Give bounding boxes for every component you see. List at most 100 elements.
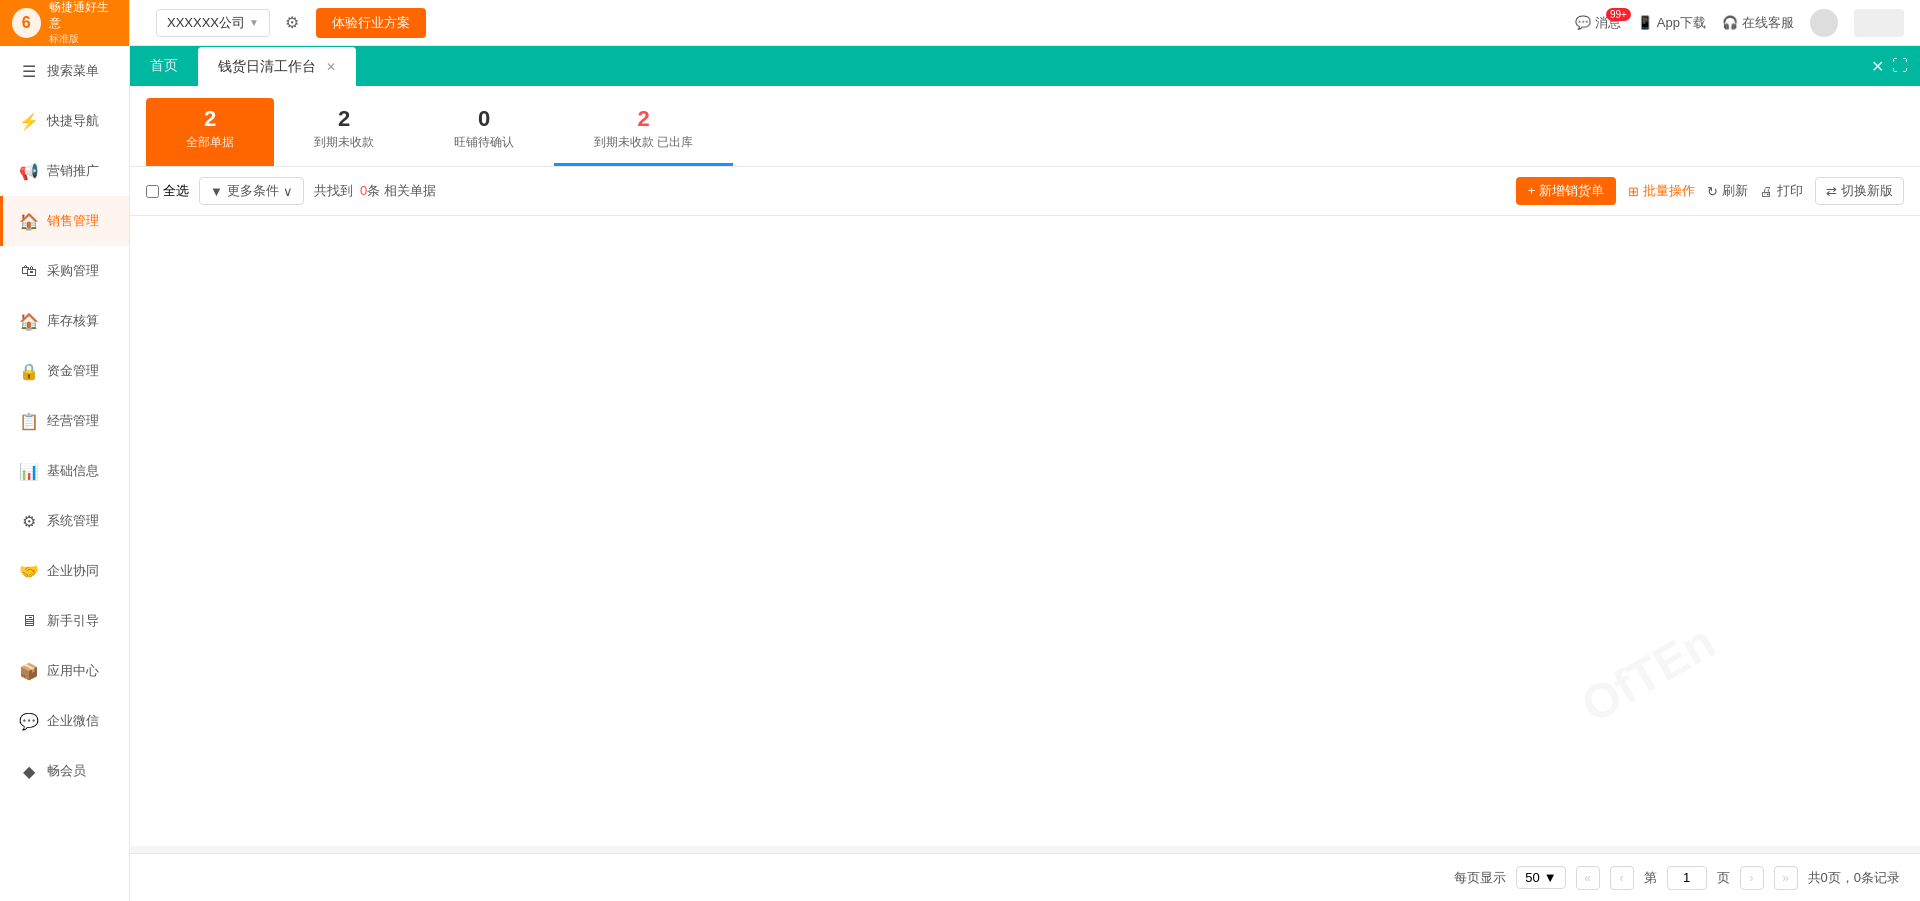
filter-label: 更多条件 — [227, 182, 279, 200]
app-edition: 标准版 — [49, 32, 117, 46]
switch-label: 切换新版 — [1841, 182, 1893, 200]
sidebar-logo: 6 畅捷通好生意 标准版 — [0, 0, 129, 46]
toolbar-left: 全选 ▼ 更多条件 ∨ 共找到 0条 相关单据 — [146, 177, 436, 205]
sidebar-item-inventory[interactable]: 🏠 库存核算 — [0, 296, 129, 346]
company-selector[interactable]: XXXXXX公司 ▼ — [156, 9, 270, 37]
user-name-area[interactable] — [1854, 9, 1904, 37]
message-button[interactable]: 💬 消息 99+ — [1575, 14, 1621, 32]
stats-tab-overdue[interactable]: 2 到期未收款 — [274, 98, 414, 166]
prev-page-button[interactable]: ‹ — [1610, 866, 1634, 890]
member-icon: ◆ — [19, 762, 39, 781]
sidebar-item-label: 基础信息 — [47, 462, 99, 480]
tab-maximize-icon[interactable]: ⛶ — [1892, 57, 1908, 75]
sidebar-item-label: 采购管理 — [47, 262, 99, 280]
message-icon: 💬 — [1575, 15, 1591, 30]
tab-bar-actions: ✕ ⛶ — [1871, 57, 1920, 76]
sidebar-item-finance[interactable]: 🔒 资金管理 — [0, 346, 129, 396]
sidebar-item-wechat[interactable]: 💬 企业微信 — [0, 696, 129, 746]
sidebar-item-system[interactable]: ⚙ 系统管理 — [0, 496, 129, 546]
count-suffix: 相关单据 — [384, 183, 436, 198]
sidebar-item-purchase[interactable]: 🛍 采购管理 — [0, 246, 129, 296]
table-area — [130, 216, 1920, 846]
sidebar-item-label: 经营管理 — [47, 412, 99, 430]
company-name: XXXXXX公司 — [167, 14, 245, 32]
refresh-button[interactable]: ↻ 刷新 — [1707, 182, 1748, 200]
main-content: 2 全部单据 2 到期未收款 0 旺铺待确认 2 到期未收款 已出库 全选 ▼ … — [130, 86, 1920, 901]
app-download-icon: 📱 — [1637, 15, 1653, 30]
switch-icon: ⇄ — [1826, 184, 1837, 199]
page-size-select[interactable]: 50 ▼ — [1516, 866, 1565, 889]
user-avatar[interactable] — [1810, 9, 1838, 37]
print-button[interactable]: 🖨 打印 — [1760, 182, 1803, 200]
filter-button[interactable]: ▼ 更多条件 ∨ — [199, 177, 304, 205]
stats-tab-shipped[interactable]: 2 到期未收款 已出库 — [554, 98, 733, 166]
app-download-button[interactable]: 📱 App下载 — [1637, 14, 1706, 32]
switch-version-button[interactable]: ⇄ 切换新版 — [1815, 177, 1904, 205]
stats-tab-shipped-label: 到期未收款 已出库 — [594, 134, 693, 151]
inventory-icon: 🏠 — [19, 312, 39, 331]
settings-button[interactable]: ⚙ — [278, 9, 306, 37]
print-icon: 🖨 — [1760, 184, 1773, 199]
company-dropdown-arrow: ▼ — [249, 17, 259, 28]
trial-button[interactable]: 体验行业方案 — [316, 8, 426, 38]
stats-tab-overdue-number: 2 — [338, 106, 350, 132]
pagination-bar: 每页显示 50 ▼ « ‹ 第 1 页 › » 共0页，0条记录 — [130, 853, 1920, 901]
next-page-button[interactable]: › — [1740, 866, 1764, 890]
sidebar-item-guide[interactable]: 🖥 新手引导 — [0, 596, 129, 646]
sidebar: 6 畅捷通好生意 标准版 ☰ 搜索菜单 ⚡ 快捷导航 📢 营销推广 🏠 销售管理… — [0, 0, 130, 901]
sidebar-item-marketing[interactable]: 📢 营销推广 — [0, 146, 129, 196]
online-service-button[interactable]: 🎧 在线客服 — [1722, 14, 1794, 32]
online-service-label: 在线客服 — [1742, 14, 1794, 32]
marketing-icon: 📢 — [19, 162, 39, 181]
print-label: 打印 — [1777, 182, 1803, 200]
last-page-button[interactable]: » — [1774, 866, 1798, 890]
toolbar: 全选 ▼ 更多条件 ∨ 共找到 0条 相关单据 + 新增销货单 ⊞ 批量操作 ↻… — [130, 167, 1920, 216]
select-all-checkbox[interactable]: 全选 — [146, 182, 189, 200]
sidebar-item-search[interactable]: ☰ 搜索菜单 — [0, 46, 129, 96]
search-menu-icon: ☰ — [19, 62, 39, 81]
tab-bar: 首页 钱货日清工作台 ✕ ✕ ⛶ — [130, 46, 1920, 86]
basic-icon: 📊 — [19, 462, 39, 481]
wechat-icon: 💬 — [19, 712, 39, 731]
sidebar-item-sales[interactable]: 🏠 销售管理 — [0, 196, 129, 246]
sidebar-item-label: 系统管理 — [47, 512, 99, 530]
purchase-icon: 🛍 — [19, 262, 39, 280]
app-download-label: App下载 — [1657, 14, 1706, 32]
select-all-input[interactable] — [146, 185, 159, 198]
add-sale-order-button[interactable]: + 新增销货单 — [1516, 177, 1616, 205]
sidebar-item-appstore[interactable]: 📦 应用中心 — [0, 646, 129, 696]
stats-tab-pending-number: 0 — [478, 106, 490, 132]
sidebar-item-member[interactable]: ◆ 畅会员 — [0, 746, 129, 796]
first-page-button[interactable]: « — [1576, 866, 1600, 890]
tab-home[interactable]: 首页 — [130, 46, 198, 86]
sidebar-item-quick-nav[interactable]: ⚡ 快捷导航 — [0, 96, 129, 146]
stats-tab-shipped-number: 2 — [638, 106, 650, 132]
appstore-icon: 📦 — [19, 662, 39, 681]
finance-icon: 🔒 — [19, 362, 39, 381]
stats-tab-all[interactable]: 2 全部单据 — [146, 98, 274, 166]
sidebar-item-cooperation[interactable]: 🤝 企业协同 — [0, 546, 129, 596]
sidebar-item-label: 营销推广 — [47, 162, 99, 180]
operations-icon: 📋 — [19, 412, 39, 431]
sidebar-item-basic[interactable]: 📊 基础信息 — [0, 446, 129, 496]
stats-tab-pending[interactable]: 0 旺铺待确认 — [414, 98, 554, 166]
sidebar-item-label: 资金管理 — [47, 362, 99, 380]
batch-operation-button[interactable]: ⊞ 批量操作 — [1628, 182, 1695, 200]
sales-icon: 🏠 — [19, 212, 39, 231]
online-service-icon: 🎧 — [1722, 15, 1738, 30]
page-number-input[interactable]: 1 — [1667, 866, 1707, 890]
sidebar-item-operations[interactable]: 📋 经营管理 — [0, 396, 129, 446]
sidebar-item-label: 畅会员 — [47, 762, 86, 780]
sidebar-nav: ☰ 搜索菜单 ⚡ 快捷导航 📢 营销推广 🏠 销售管理 🛍 采购管理 🏠 库存核… — [0, 46, 129, 901]
cooperation-icon: 🤝 — [19, 562, 39, 581]
page-size-arrow-icon: ▼ — [1544, 870, 1557, 885]
app-logo-icon: 6 — [12, 8, 41, 38]
sidebar-item-label: 库存核算 — [47, 312, 99, 330]
tab-minimize-icon[interactable]: ✕ — [1871, 57, 1884, 76]
system-icon: ⚙ — [19, 512, 39, 531]
page-suffix-label: 页 — [1717, 869, 1730, 887]
page-size-label: 每页显示 — [1454, 869, 1506, 887]
tab-cashflow[interactable]: 钱货日清工作台 ✕ — [198, 47, 356, 87]
sidebar-item-label: 新手引导 — [47, 612, 99, 630]
tab-close-icon[interactable]: ✕ — [326, 60, 336, 74]
